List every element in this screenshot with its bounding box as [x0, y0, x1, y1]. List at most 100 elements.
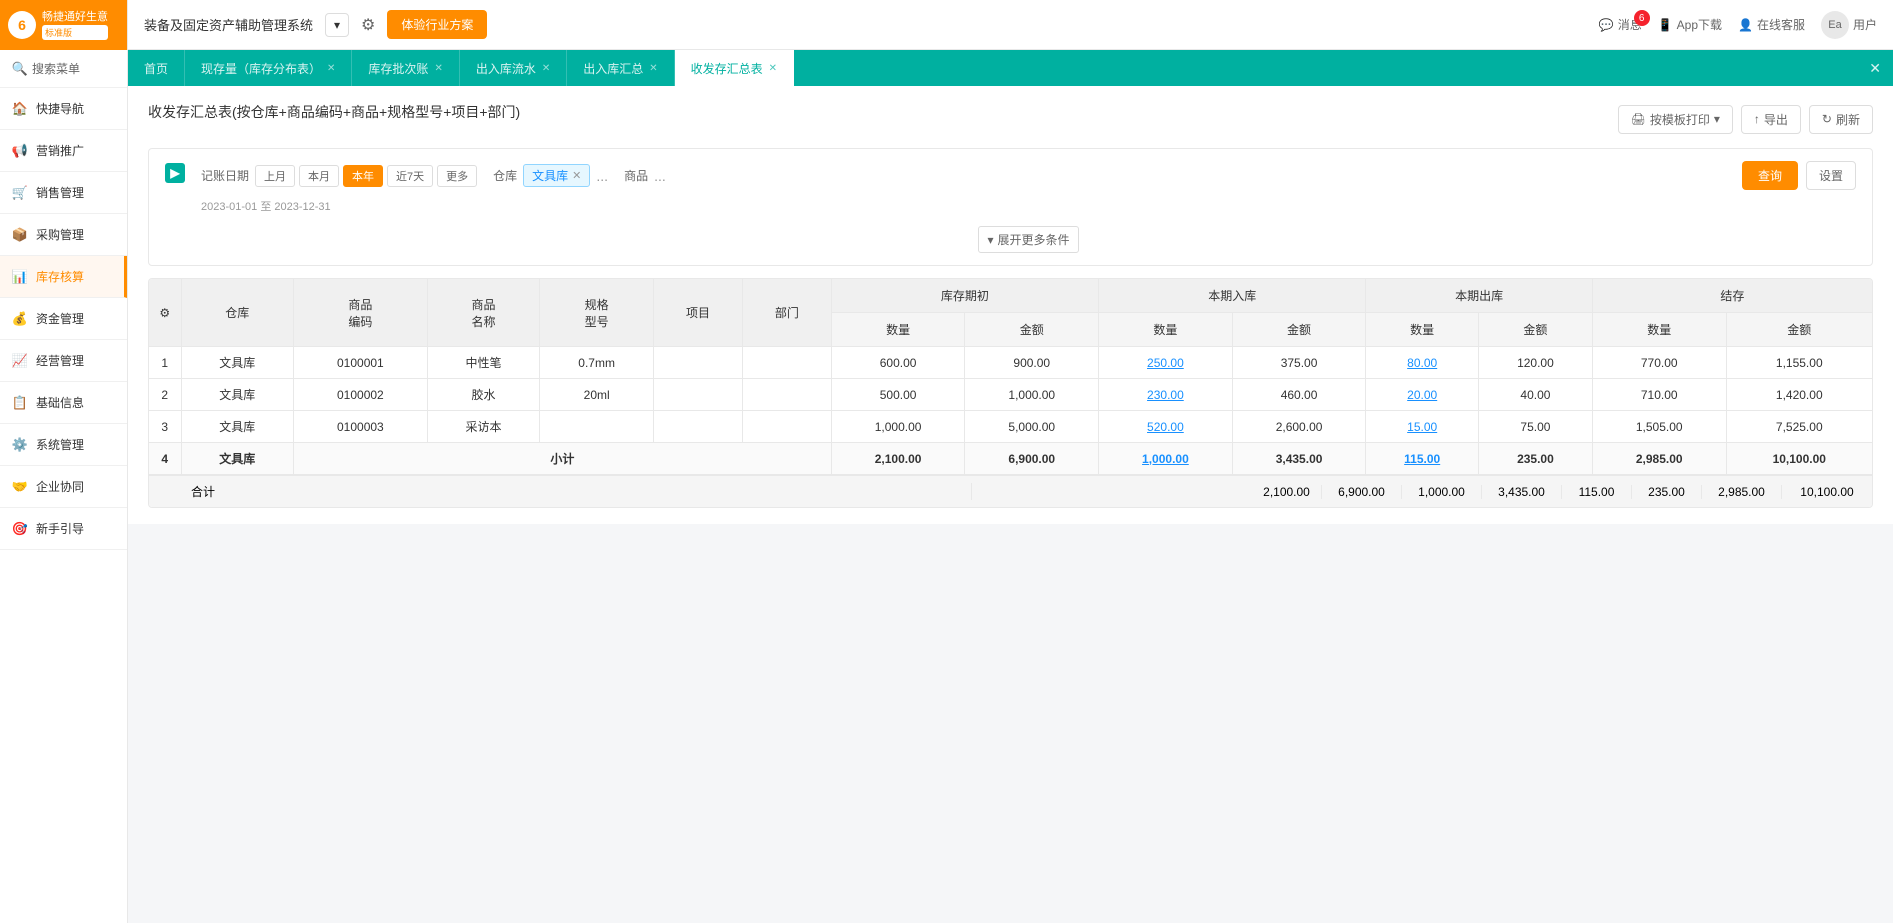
cell-open-qty: 600.00	[831, 347, 965, 379]
cell-open-amt: 6,900.00	[965, 443, 1099, 475]
out-qty-link[interactable]: 15.00	[1407, 420, 1437, 434]
cell-out-qty[interactable]: 20.00	[1366, 379, 1479, 411]
chevron-down-icon: ▾	[1714, 112, 1720, 126]
th-in-qty: 数量	[1099, 313, 1233, 347]
home-icon: 🏠	[12, 101, 28, 117]
tab-close-icon[interactable]: ✕	[769, 63, 777, 74]
subtotal-out-qty-link[interactable]: 115.00	[1404, 452, 1440, 466]
warehouse-tag-close-icon[interactable]: ✕	[572, 169, 581, 182]
sidebar-item-assets[interactable]: 💰 资金管理	[0, 298, 127, 340]
tab-close-icon[interactable]: ✕	[649, 63, 657, 74]
system-name: 装备及固定资产辅助管理系统	[144, 15, 313, 34]
cell-in-qty[interactable]: 250.00	[1099, 347, 1233, 379]
expand-more-button[interactable]: ▾ 展开更多条件	[978, 226, 1078, 253]
cell-out-qty[interactable]: 80.00	[1366, 347, 1479, 379]
settings-icon[interactable]: ⚙	[361, 15, 375, 35]
sidebar-item-inventory[interactable]: 📊 库存核算	[0, 256, 127, 298]
tab-close-icon[interactable]: ✕	[542, 63, 550, 74]
sidebar-item-basic-info[interactable]: 📋 基础信息	[0, 382, 127, 424]
topbar: 装备及固定资产辅助管理系统 ▾ ⚙ 体验行业方案 💬 消息 6 📱 App下载 …	[128, 0, 1893, 50]
warehouse-ellipsis-button[interactable]: ...	[596, 168, 608, 184]
in-qty-link[interactable]: 520.00	[1147, 420, 1184, 434]
tab-close-icon[interactable]: ✕	[434, 63, 442, 74]
app-download-button[interactable]: 📱 App下载	[1658, 16, 1722, 33]
query-button[interactable]: 查询	[1742, 161, 1798, 190]
in-qty-link[interactable]: 250.00	[1147, 356, 1184, 370]
tab-flow[interactable]: 出入库流水 ✕	[460, 50, 567, 86]
main-area: 装备及固定资产辅助管理系统 ▾ ⚙ 体验行业方案 💬 消息 6 📱 App下载 …	[128, 0, 1893, 923]
export-button[interactable]: ↑ 导出	[1741, 105, 1801, 134]
sidebar-item-system[interactable]: ⚙️ 系统管理	[0, 424, 127, 466]
th-dept: 部门	[742, 279, 831, 347]
sidebar-item-operations[interactable]: 📈 经营管理	[0, 340, 127, 382]
sidebar-item-purchase[interactable]: 📦 采购管理	[0, 214, 127, 256]
goods-ellipsis-button[interactable]: ...	[654, 168, 666, 184]
date-btn-this-year[interactable]: 本年	[343, 165, 383, 187]
user-menu[interactable]: Ea 用户	[1821, 11, 1877, 39]
cell-in-qty[interactable]: 520.00	[1099, 411, 1233, 443]
sidebar-item-enterprise[interactable]: 🤝 企业协同	[0, 466, 127, 508]
tab-inventory-dist[interactable]: 现存量（库存分布表） ✕	[185, 50, 352, 86]
experience-button[interactable]: 体验行业方案	[387, 10, 487, 39]
tabs-close-all-button[interactable]: ✕	[1857, 60, 1893, 77]
cell-out-qty[interactable]: 115.00	[1366, 443, 1479, 475]
warehouse-filter: 仓库 文具库 ✕ ...	[493, 164, 608, 187]
cell-out-amt: 75.00	[1478, 411, 1592, 443]
collapse-button[interactable]: ▶	[165, 163, 185, 183]
cell-warehouse: 文具库	[181, 411, 294, 443]
tab-receive-summary[interactable]: 收发存汇总表 ✕	[675, 50, 794, 86]
tab-bar: 首页 现存量（库存分布表） ✕ 库存批次账 ✕ 出入库流水 ✕ 出入库汇总 ✕ …	[128, 50, 1893, 86]
app-badge: 标准版	[42, 25, 108, 40]
expand-label: 展开更多条件	[998, 231, 1070, 248]
sidebar-item-sales[interactable]: 🛒 销售管理	[0, 172, 127, 214]
sidebar-item-label: 营销推广	[36, 142, 84, 159]
cell-project	[654, 347, 743, 379]
out-qty-link[interactable]: 20.00	[1407, 388, 1437, 402]
messages-button[interactable]: 💬 消息 6	[1599, 16, 1642, 33]
date-btn-this-month[interactable]: 本月	[299, 165, 339, 187]
cell-bal-amt: 1,155.00	[1726, 347, 1872, 379]
refresh-button[interactable]: ↻ 刷新	[1809, 105, 1873, 134]
cell-code: 0100001	[294, 347, 428, 379]
tab-home[interactable]: 首页	[128, 50, 185, 86]
th-out-qty: 数量	[1366, 313, 1479, 347]
date-btn-last-month[interactable]: 上月	[255, 165, 295, 187]
sidebar-item-marketing[interactable]: 📢 营销推广	[0, 130, 127, 172]
date-filter: 记账日期 上月 本月 本年 近7天 更多	[201, 165, 477, 187]
sidebar-item-search[interactable]: 🔍 搜索菜单	[0, 50, 127, 88]
messages-badge: 6	[1634, 10, 1650, 26]
cell-bal-amt: 7,525.00	[1726, 411, 1872, 443]
cell-open-qty: 1,000.00	[831, 411, 965, 443]
print-button[interactable]: 🖨 按模板打印 ▾	[1618, 105, 1733, 134]
online-service-button[interactable]: 👤 在线客服	[1738, 16, 1805, 33]
export-label: 导出	[1764, 111, 1788, 128]
tab-close-icon[interactable]: ✕	[327, 63, 335, 74]
system-select-dropdown[interactable]: ▾	[325, 13, 349, 37]
total-bal-qty: 2,985.00	[1702, 485, 1782, 499]
subtotal-in-qty-link[interactable]: 1,000.00	[1142, 452, 1189, 466]
th-open-qty: 数量	[831, 313, 965, 347]
th-opening-group: 库存期初	[831, 279, 1098, 313]
date-btn-7days[interactable]: 近7天	[387, 165, 433, 187]
cell-open-amt: 900.00	[965, 347, 1099, 379]
tab-inout-summary[interactable]: 出入库汇总 ✕	[567, 50, 674, 86]
cell-in-amt: 375.00	[1232, 347, 1366, 379]
cell-name: 胶水	[427, 379, 540, 411]
out-qty-link[interactable]: 80.00	[1407, 356, 1437, 370]
cell-index: 3	[149, 411, 181, 443]
warehouse-tag: 文具库 ✕	[523, 164, 590, 187]
cell-bal-amt: 10,100.00	[1726, 443, 1872, 475]
sidebar-item-guide[interactable]: 🎯 新手引导	[0, 508, 127, 550]
date-btn-more[interactable]: 更多	[437, 165, 477, 187]
cell-in-qty[interactable]: 1,000.00	[1099, 443, 1233, 475]
sidebar-item-quick-nav[interactable]: 🏠 快捷导航	[0, 88, 127, 130]
in-qty-link[interactable]: 230.00	[1147, 388, 1184, 402]
cell-out-qty[interactable]: 15.00	[1366, 411, 1479, 443]
tab-batch[interactable]: 库存批次账 ✕	[352, 50, 459, 86]
subtotal-row: 4 文具库 小计 2,100.00 6,900.00 1,000.00 3,43…	[149, 443, 1872, 475]
cell-in-qty[interactable]: 230.00	[1099, 379, 1233, 411]
cell-out-amt: 120.00	[1478, 347, 1592, 379]
page-container: 收发存汇总表(按仓库+商品编码+商品+规格型号+项目+部门) 🖨 按模板打印 ▾…	[128, 86, 1893, 524]
warehouse-tag-text: 文具库	[532, 167, 568, 184]
setting-button[interactable]: 设置	[1806, 161, 1856, 190]
